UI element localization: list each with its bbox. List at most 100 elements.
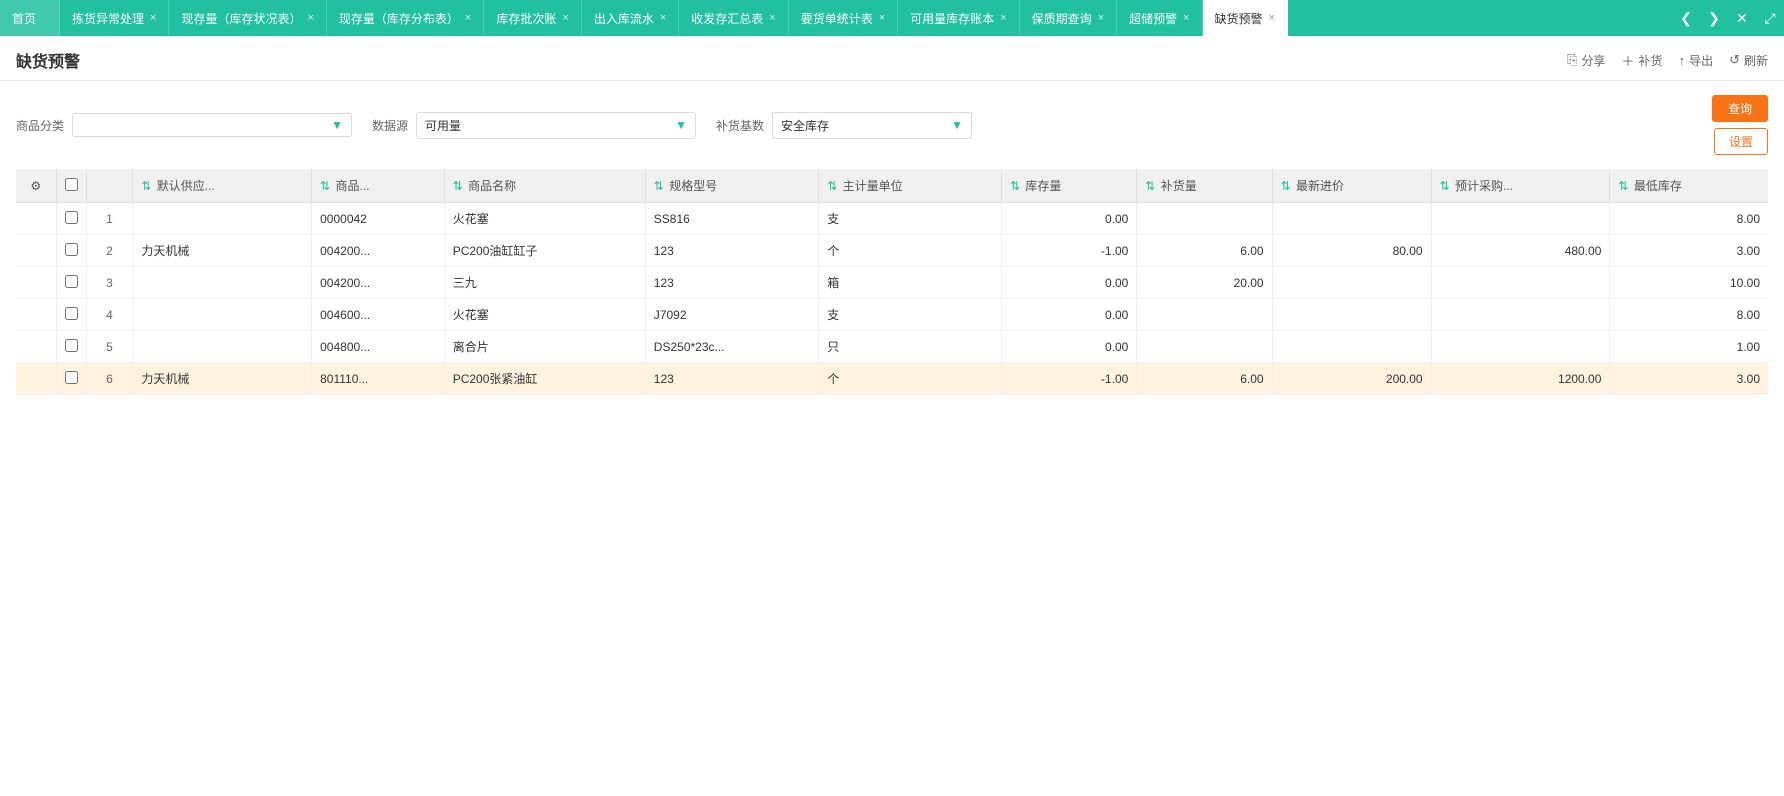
td-goods-name-2: 三九 bbox=[444, 267, 645, 299]
td-spec-3: J7092 bbox=[645, 299, 818, 331]
td-replenish-3 bbox=[1137, 299, 1272, 331]
th-goods-code[interactable]: ⇅ 商品... bbox=[312, 169, 445, 203]
table-row: 1 0000042 火花塞 SS816 支 0.00 8.00 bbox=[16, 203, 1768, 235]
td-replenish-4 bbox=[1137, 331, 1272, 363]
query-button[interactable]: 查询 bbox=[1712, 95, 1768, 122]
datasource-select[interactable]: 可用量 ▼ bbox=[416, 112, 696, 139]
row-checkbox-1[interactable] bbox=[65, 243, 78, 256]
td-est-purchase-1: 480.00 bbox=[1431, 235, 1610, 267]
tab-prev-button[interactable]: ❮ bbox=[1672, 0, 1700, 36]
sort-est-purchase-icon: ⇅ bbox=[1440, 179, 1450, 193]
tab-collect-summary[interactable]: 收发存汇总表 × bbox=[679, 0, 788, 36]
tab-inventory-status[interactable]: 现存量（库存状况表） × bbox=[169, 0, 326, 36]
td-min-stock-0: 8.00 bbox=[1610, 203, 1768, 235]
tab-abnormal[interactable]: 拣货异常处理 × bbox=[60, 0, 169, 36]
td-checkbox-4 bbox=[56, 331, 86, 363]
td-unit-4: 只 bbox=[819, 331, 1002, 363]
th-supplier[interactable]: ⇅ 默认供应... bbox=[133, 169, 312, 203]
close-tab-available-ledger[interactable]: × bbox=[1000, 12, 1006, 24]
replenish-icon: ＋ bbox=[1622, 51, 1635, 70]
tab-order-stats[interactable]: 要货单统计表 × bbox=[789, 0, 898, 36]
gear-icon: ⚙ bbox=[30, 179, 41, 193]
replenish-base-value: 安全库存 bbox=[781, 117, 829, 134]
close-tab-abnormal[interactable]: × bbox=[150, 12, 156, 24]
page-title: 缺货预警 bbox=[16, 48, 80, 72]
th-stock[interactable]: ⇅ 库存量 bbox=[1002, 169, 1137, 203]
th-min-stock[interactable]: ⇅ 最低库存 bbox=[1610, 169, 1768, 203]
th-spec[interactable]: ⇅ 规格型号 bbox=[645, 169, 818, 203]
td-min-stock-3: 8.00 bbox=[1610, 299, 1768, 331]
replenish-base-arrow-icon: ▼ bbox=[951, 118, 963, 132]
th-replenish[interactable]: ⇅ 补货量 bbox=[1137, 169, 1272, 203]
td-supplier-1: 力天机械 bbox=[133, 235, 312, 267]
tab-available-ledger[interactable]: 可用量库存账本 × bbox=[898, 0, 1019, 36]
td-gear-3 bbox=[16, 299, 56, 331]
sort-replenish-icon: ⇅ bbox=[1145, 179, 1155, 193]
th-num bbox=[86, 169, 133, 203]
td-goods-name-1: PC200油缸缸子 bbox=[444, 235, 645, 267]
tab-next-button[interactable]: ❯ bbox=[1700, 0, 1728, 36]
tab-inout-flow[interactable]: 出入库流水 × bbox=[582, 0, 679, 36]
row-checkbox-4[interactable] bbox=[65, 339, 78, 352]
share-button[interactable]: ⎘ 分享 bbox=[1567, 52, 1605, 69]
td-supplier-0 bbox=[133, 203, 312, 235]
td-est-purchase-0 bbox=[1431, 203, 1610, 235]
td-gear-0 bbox=[16, 203, 56, 235]
tab-close-window-button[interactable]: ✕ bbox=[1728, 0, 1756, 36]
table-row: 5 004800... 离合片 DS250*23c... 只 0.00 1.00 bbox=[16, 331, 1768, 363]
td-gear-1 bbox=[16, 235, 56, 267]
td-unit-2: 箱 bbox=[819, 267, 1002, 299]
close-tab-expiry-query[interactable]: × bbox=[1098, 12, 1104, 24]
select-all-checkbox[interactable] bbox=[65, 178, 78, 191]
tab-fullscreen-button[interactable]: ⤢ bbox=[1756, 0, 1784, 36]
refresh-button[interactable]: ↺ 刷新 bbox=[1729, 52, 1768, 69]
close-tab-inout-flow[interactable]: × bbox=[660, 12, 666, 24]
export-button[interactable]: ↑ 导出 bbox=[1679, 52, 1714, 69]
td-supplier-3 bbox=[133, 299, 312, 331]
tab-inventory-dist[interactable]: 现存量（库存分布表） × bbox=[327, 0, 484, 36]
td-est-purchase-2 bbox=[1431, 267, 1610, 299]
sort-latest-price-icon: ⇅ bbox=[1281, 179, 1291, 193]
close-tab-shortage[interactable]: × bbox=[1269, 12, 1275, 24]
th-gear[interactable]: ⚙ bbox=[16, 169, 56, 203]
export-icon: ↑ bbox=[1679, 53, 1686, 68]
replenish-button[interactable]: ＋ 补货 bbox=[1622, 51, 1663, 70]
row-checkbox-2[interactable] bbox=[65, 275, 78, 288]
td-gear-5 bbox=[16, 363, 56, 395]
tab-shortage[interactable]: 缺货预警 × bbox=[1203, 0, 1288, 36]
td-num-0: 1 bbox=[86, 203, 133, 235]
th-unit[interactable]: ⇅ 主计量单位 bbox=[819, 169, 1002, 203]
th-latest-price[interactable]: ⇅ 最新进价 bbox=[1272, 169, 1431, 203]
th-goods-name[interactable]: ⇅ 商品名称 bbox=[444, 169, 645, 203]
td-goods-name-0: 火花塞 bbox=[444, 203, 645, 235]
close-tab-collect-summary[interactable]: × bbox=[769, 12, 775, 24]
th-est-purchase[interactable]: ⇅ 预计采购... bbox=[1431, 169, 1610, 203]
tab-home[interactable]: 首页 bbox=[0, 0, 60, 36]
td-goods-code-4: 004800... bbox=[312, 331, 445, 363]
tab-overstock[interactable]: 超储预警 × bbox=[1117, 0, 1202, 36]
td-spec-5: 123 bbox=[645, 363, 818, 395]
sort-unit-icon: ⇅ bbox=[827, 179, 837, 193]
row-checkbox-5[interactable] bbox=[65, 371, 78, 384]
close-tab-inventory-status[interactable]: × bbox=[307, 12, 313, 24]
close-tab-inventory-dist[interactable]: × bbox=[465, 12, 471, 24]
td-goods-name-5: PC200张紧油缸 bbox=[444, 363, 645, 395]
close-tab-batch-account[interactable]: × bbox=[562, 12, 568, 24]
datasource-arrow-icon: ▼ bbox=[675, 118, 687, 132]
td-checkbox-0 bbox=[56, 203, 86, 235]
filter-area: 商品分类 ▼ 数据源 可用量 ▼ 补货基数 安全库存 ▼ 查询 bbox=[0, 81, 1784, 169]
td-replenish-5: 6.00 bbox=[1137, 363, 1272, 395]
close-tab-overstock[interactable]: × bbox=[1183, 12, 1189, 24]
category-select[interactable]: ▼ bbox=[72, 113, 352, 137]
tab-batch-account[interactable]: 库存批次账 × bbox=[484, 0, 581, 36]
tab-expiry-query[interactable]: 保质期查询 × bbox=[1020, 0, 1117, 36]
row-checkbox-3[interactable] bbox=[65, 307, 78, 320]
td-num-1: 2 bbox=[86, 235, 133, 267]
close-tab-order-stats[interactable]: × bbox=[879, 12, 885, 24]
td-min-stock-4: 1.00 bbox=[1610, 331, 1768, 363]
setting-button[interactable]: 设置 bbox=[1714, 128, 1768, 155]
replenish-base-select[interactable]: 安全库存 ▼ bbox=[772, 112, 972, 139]
row-checkbox-0[interactable] bbox=[65, 211, 78, 224]
sort-goods-code-icon: ⇅ bbox=[320, 179, 330, 193]
sort-goods-name-icon: ⇅ bbox=[453, 179, 463, 193]
